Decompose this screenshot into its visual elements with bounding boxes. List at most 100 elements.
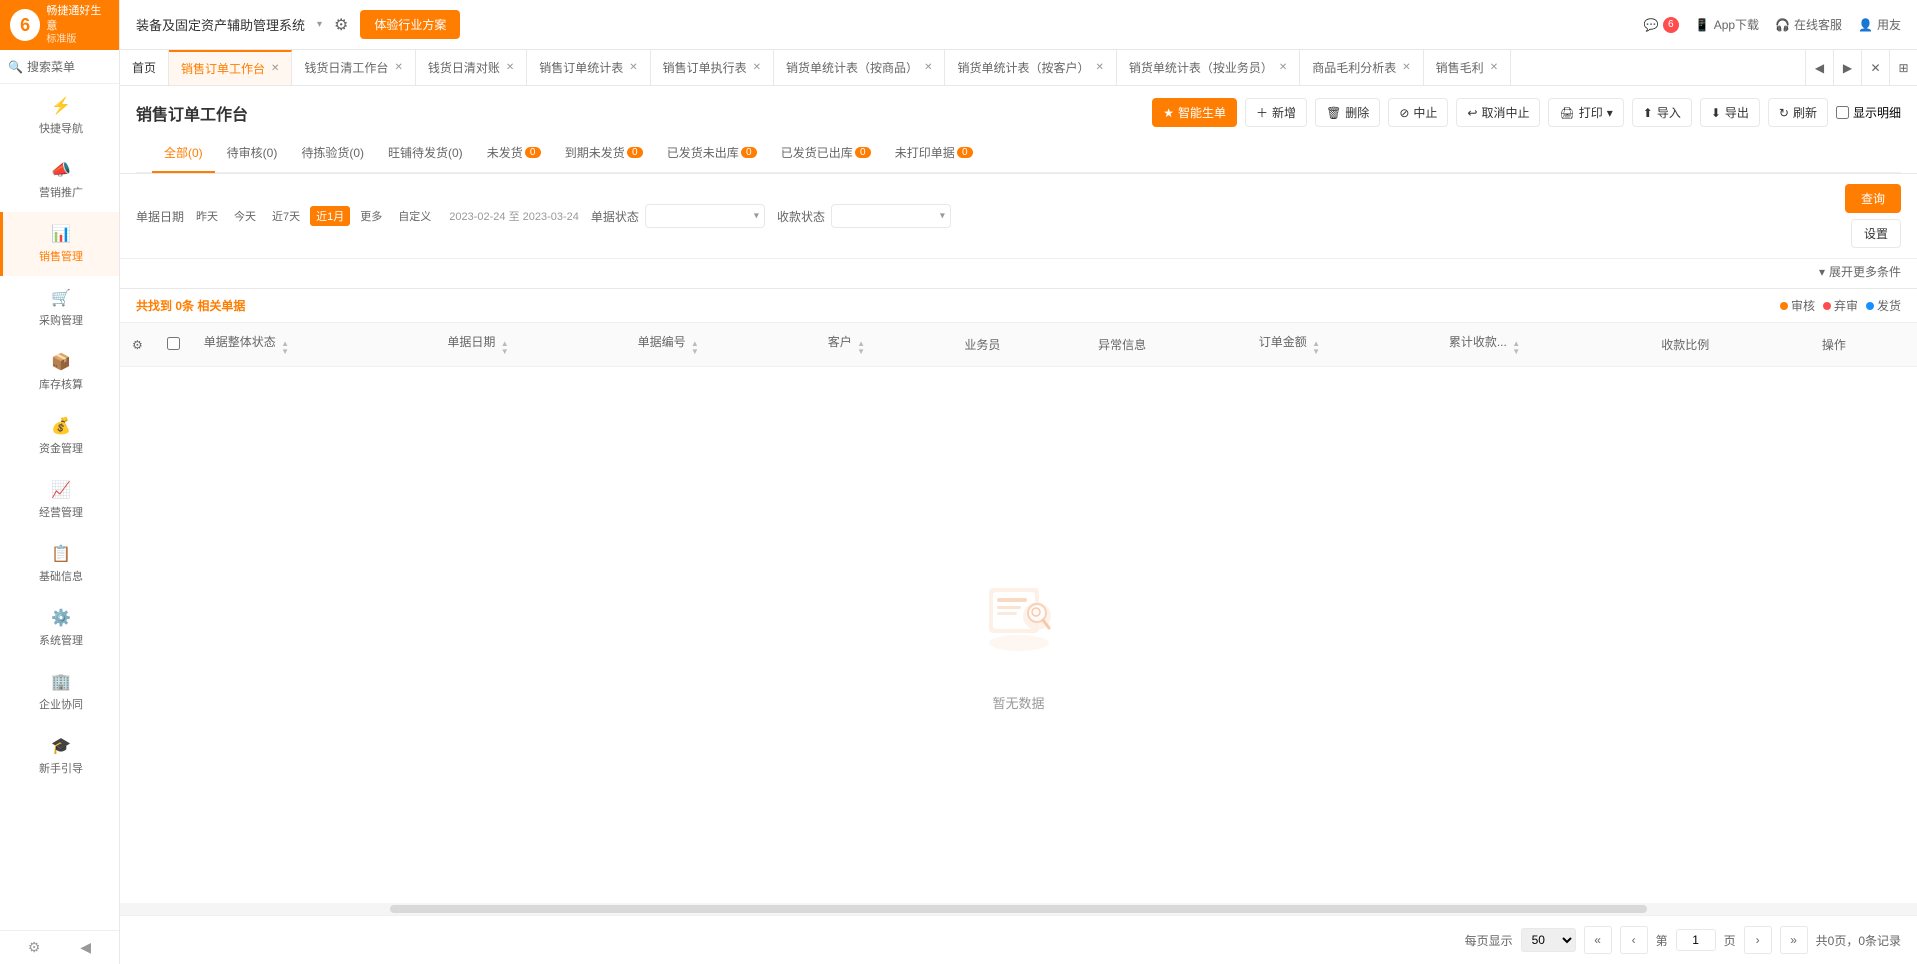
sort-icon[interactable]: ▲▼: [1512, 340, 1520, 356]
tab-close-icon[interactable]: ✕: [1279, 62, 1287, 73]
tab-cash-daily[interactable]: 钱货日清工作台 ✕: [292, 50, 415, 86]
scrollbar-thumb[interactable]: [390, 905, 1648, 913]
date-opt-custom[interactable]: 自定义: [392, 206, 437, 226]
add-btn[interactable]: ＋ 新增: [1245, 98, 1307, 127]
page-input[interactable]: [1676, 929, 1716, 951]
sidebar-item-purchase[interactable]: 🛒 采购管理: [0, 276, 119, 340]
delete-btn[interactable]: 🗑 删除: [1315, 98, 1380, 127]
subtab-shipped-out[interactable]: 已发货已出库 0: [769, 135, 883, 173]
date-opt-more[interactable]: 更多: [354, 206, 388, 226]
print-btn[interactable]: 🖨 打印 ▾: [1548, 98, 1623, 127]
tab-close-icon[interactable]: ✕: [753, 62, 761, 73]
th-setting[interactable]: ⚙: [120, 323, 155, 367]
sidebar-item-basic-info[interactable]: 📋 基础信息: [0, 532, 119, 596]
ship-btn[interactable]: 发货: [1866, 297, 1901, 314]
stop-btn[interactable]: ⊘ 中止: [1388, 98, 1448, 127]
tab-close-icon[interactable]: ✕: [1095, 62, 1103, 73]
next-page-btn[interactable]: ›: [1744, 926, 1772, 954]
first-page-btn[interactable]: «: [1584, 926, 1612, 954]
tab-close-icon[interactable]: ✕: [1402, 62, 1410, 73]
th-ratio-label: 收款比例: [1661, 338, 1709, 352]
refresh-icon: ↻: [1779, 106, 1789, 120]
th-checkbox[interactable]: [155, 323, 192, 367]
sort-icon[interactable]: ▲▼: [691, 340, 699, 356]
date-opt-1month[interactable]: 近1月: [310, 206, 350, 226]
horizontal-scrollbar[interactable]: [120, 903, 1917, 915]
sidebar-item-inventory[interactable]: 📦 库存核算: [0, 340, 119, 404]
date-opt-today[interactable]: 今天: [228, 206, 262, 226]
tab-close-icon[interactable]: ✕: [271, 63, 279, 74]
date-opt-7days[interactable]: 近7天: [266, 206, 306, 226]
query-btn[interactable]: 查询: [1845, 184, 1901, 213]
tab-sales-stats-customer[interactable]: 销货单统计表（按客户） ✕: [945, 50, 1116, 86]
sidebar-item-operations[interactable]: 📈 经营管理: [0, 468, 119, 532]
tab-home[interactable]: 首页: [120, 50, 169, 86]
sidebar-item-finance[interactable]: 💰 资金管理: [0, 404, 119, 468]
sort-icon[interactable]: ▲▼: [1312, 340, 1320, 356]
payment-select[interactable]: [831, 204, 951, 228]
date-opt-yesterday[interactable]: 昨天: [190, 206, 224, 226]
collapse-btn[interactable]: ◀: [80, 939, 91, 956]
solution-btn[interactable]: 体验行业方案: [360, 10, 460, 39]
tab-cash-reconcile[interactable]: 钱货日清对账 ✕: [416, 50, 527, 86]
abandon-btn[interactable]: 弃审: [1823, 297, 1858, 314]
sort-icon[interactable]: ▲▼: [501, 340, 509, 356]
cancel-stop-btn[interactable]: ↩ 取消中止: [1456, 98, 1540, 127]
tab-close-icon[interactable]: ✕: [924, 62, 932, 73]
tab-sales-profit[interactable]: 销售毛利 ✕: [1424, 50, 1511, 86]
app-download-btn[interactable]: 📱 App下载: [1695, 16, 1759, 33]
tab-sales-order-exec[interactable]: 销售订单执行表 ✕: [651, 50, 774, 86]
tab-next-btn[interactable]: ▶: [1833, 50, 1861, 86]
page-size-select[interactable]: 10 20 50 100: [1521, 928, 1576, 952]
import-btn[interactable]: ⬆ 导入: [1632, 98, 1692, 127]
sidebar-item-enterprise[interactable]: 🏢 企业协同: [0, 660, 119, 724]
sidebar-item-marketing[interactable]: 📣 营销推广: [0, 148, 119, 212]
audit-btn[interactable]: 审核: [1780, 297, 1815, 314]
subtab-shipped-not-out[interactable]: 已发货未出库 0: [655, 135, 769, 173]
tab-sales-order-stats[interactable]: 销售订单统计表 ✕: [527, 50, 650, 86]
tab-sales-order-workbench[interactable]: 销售订单工作台 ✕: [169, 50, 292, 86]
tab-sales-stats-product[interactable]: 销货单统计表（按商品） ✕: [774, 50, 945, 86]
subtab-pending-review[interactable]: 待审核(0): [215, 135, 290, 173]
select-all-checkbox[interactable]: [167, 337, 180, 350]
sidebar-item-newbie[interactable]: 🎓 新手引导: [0, 724, 119, 788]
subtab-not-printed[interactable]: 未打印单据 0: [883, 135, 985, 173]
sort-icon[interactable]: ▲▼: [281, 340, 289, 356]
user-menu-btn[interactable]: 👤 用友: [1858, 16, 1901, 33]
show-detail-checkbox[interactable]: [1836, 106, 1849, 119]
prev-page-btn[interactable]: ‹: [1620, 926, 1648, 954]
tab-close-icon[interactable]: ✕: [394, 62, 402, 73]
status-select[interactable]: [645, 204, 765, 228]
set-btn[interactable]: 设置: [1851, 219, 1901, 248]
refresh-btn[interactable]: ↻ 刷新: [1768, 98, 1828, 127]
online-service-btn[interactable]: 🎧 在线客服: [1775, 16, 1842, 33]
tab-sales-stats-staff[interactable]: 销货单统计表（按业务员） ✕: [1117, 50, 1300, 86]
subtab-pending-inspect[interactable]: 待拣验货(0): [289, 135, 376, 173]
subtab-badge: 0: [855, 147, 871, 158]
expand-btn[interactable]: ▾ 展开更多条件: [1819, 263, 1901, 280]
tab-gross-profit[interactable]: 商品毛利分析表 ✕: [1300, 50, 1423, 86]
tab-close-icon[interactable]: ✕: [1490, 62, 1498, 73]
sidebar-item-sales[interactable]: 📊 销售管理: [0, 212, 119, 276]
subtab-wangpu-ship[interactable]: 旺铺待发货(0): [376, 135, 475, 173]
tab-close-all-btn[interactable]: ✕: [1861, 50, 1889, 86]
sidebar-item-quick-nav[interactable]: ⚡ 快捷导航: [0, 84, 119, 148]
subtab-all[interactable]: 全部(0): [152, 135, 215, 173]
empty-illustration: [969, 558, 1069, 658]
show-detail-label[interactable]: 显示明细: [1836, 104, 1901, 121]
subtab-overdue-not-shipped[interactable]: 到期未发货 0: [553, 135, 655, 173]
message-btn[interactable]: 💬 6: [1644, 17, 1679, 33]
tab-prev-btn[interactable]: ◀: [1805, 50, 1833, 86]
subtab-not-shipped[interactable]: 未发货 0: [475, 135, 553, 173]
last-page-btn[interactable]: »: [1780, 926, 1808, 954]
settings-btn[interactable]: ⚙: [28, 939, 41, 956]
sidebar-search-item[interactable]: 🔍 搜索菜单: [0, 50, 119, 84]
tab-close-icon[interactable]: ✕: [629, 62, 637, 73]
smart-create-btn[interactable]: ★ 智能生单: [1152, 98, 1237, 127]
sort-icon[interactable]: ▲▼: [857, 340, 865, 356]
tab-expand-btn[interactable]: ⊞: [1889, 50, 1917, 86]
tab-close-icon[interactable]: ✕: [506, 62, 514, 73]
export-btn[interactable]: ⬇ 导出: [1700, 98, 1760, 127]
sidebar-item-system[interactable]: ⚙️ 系统管理: [0, 596, 119, 660]
gear-icon[interactable]: ⚙: [334, 15, 348, 35]
